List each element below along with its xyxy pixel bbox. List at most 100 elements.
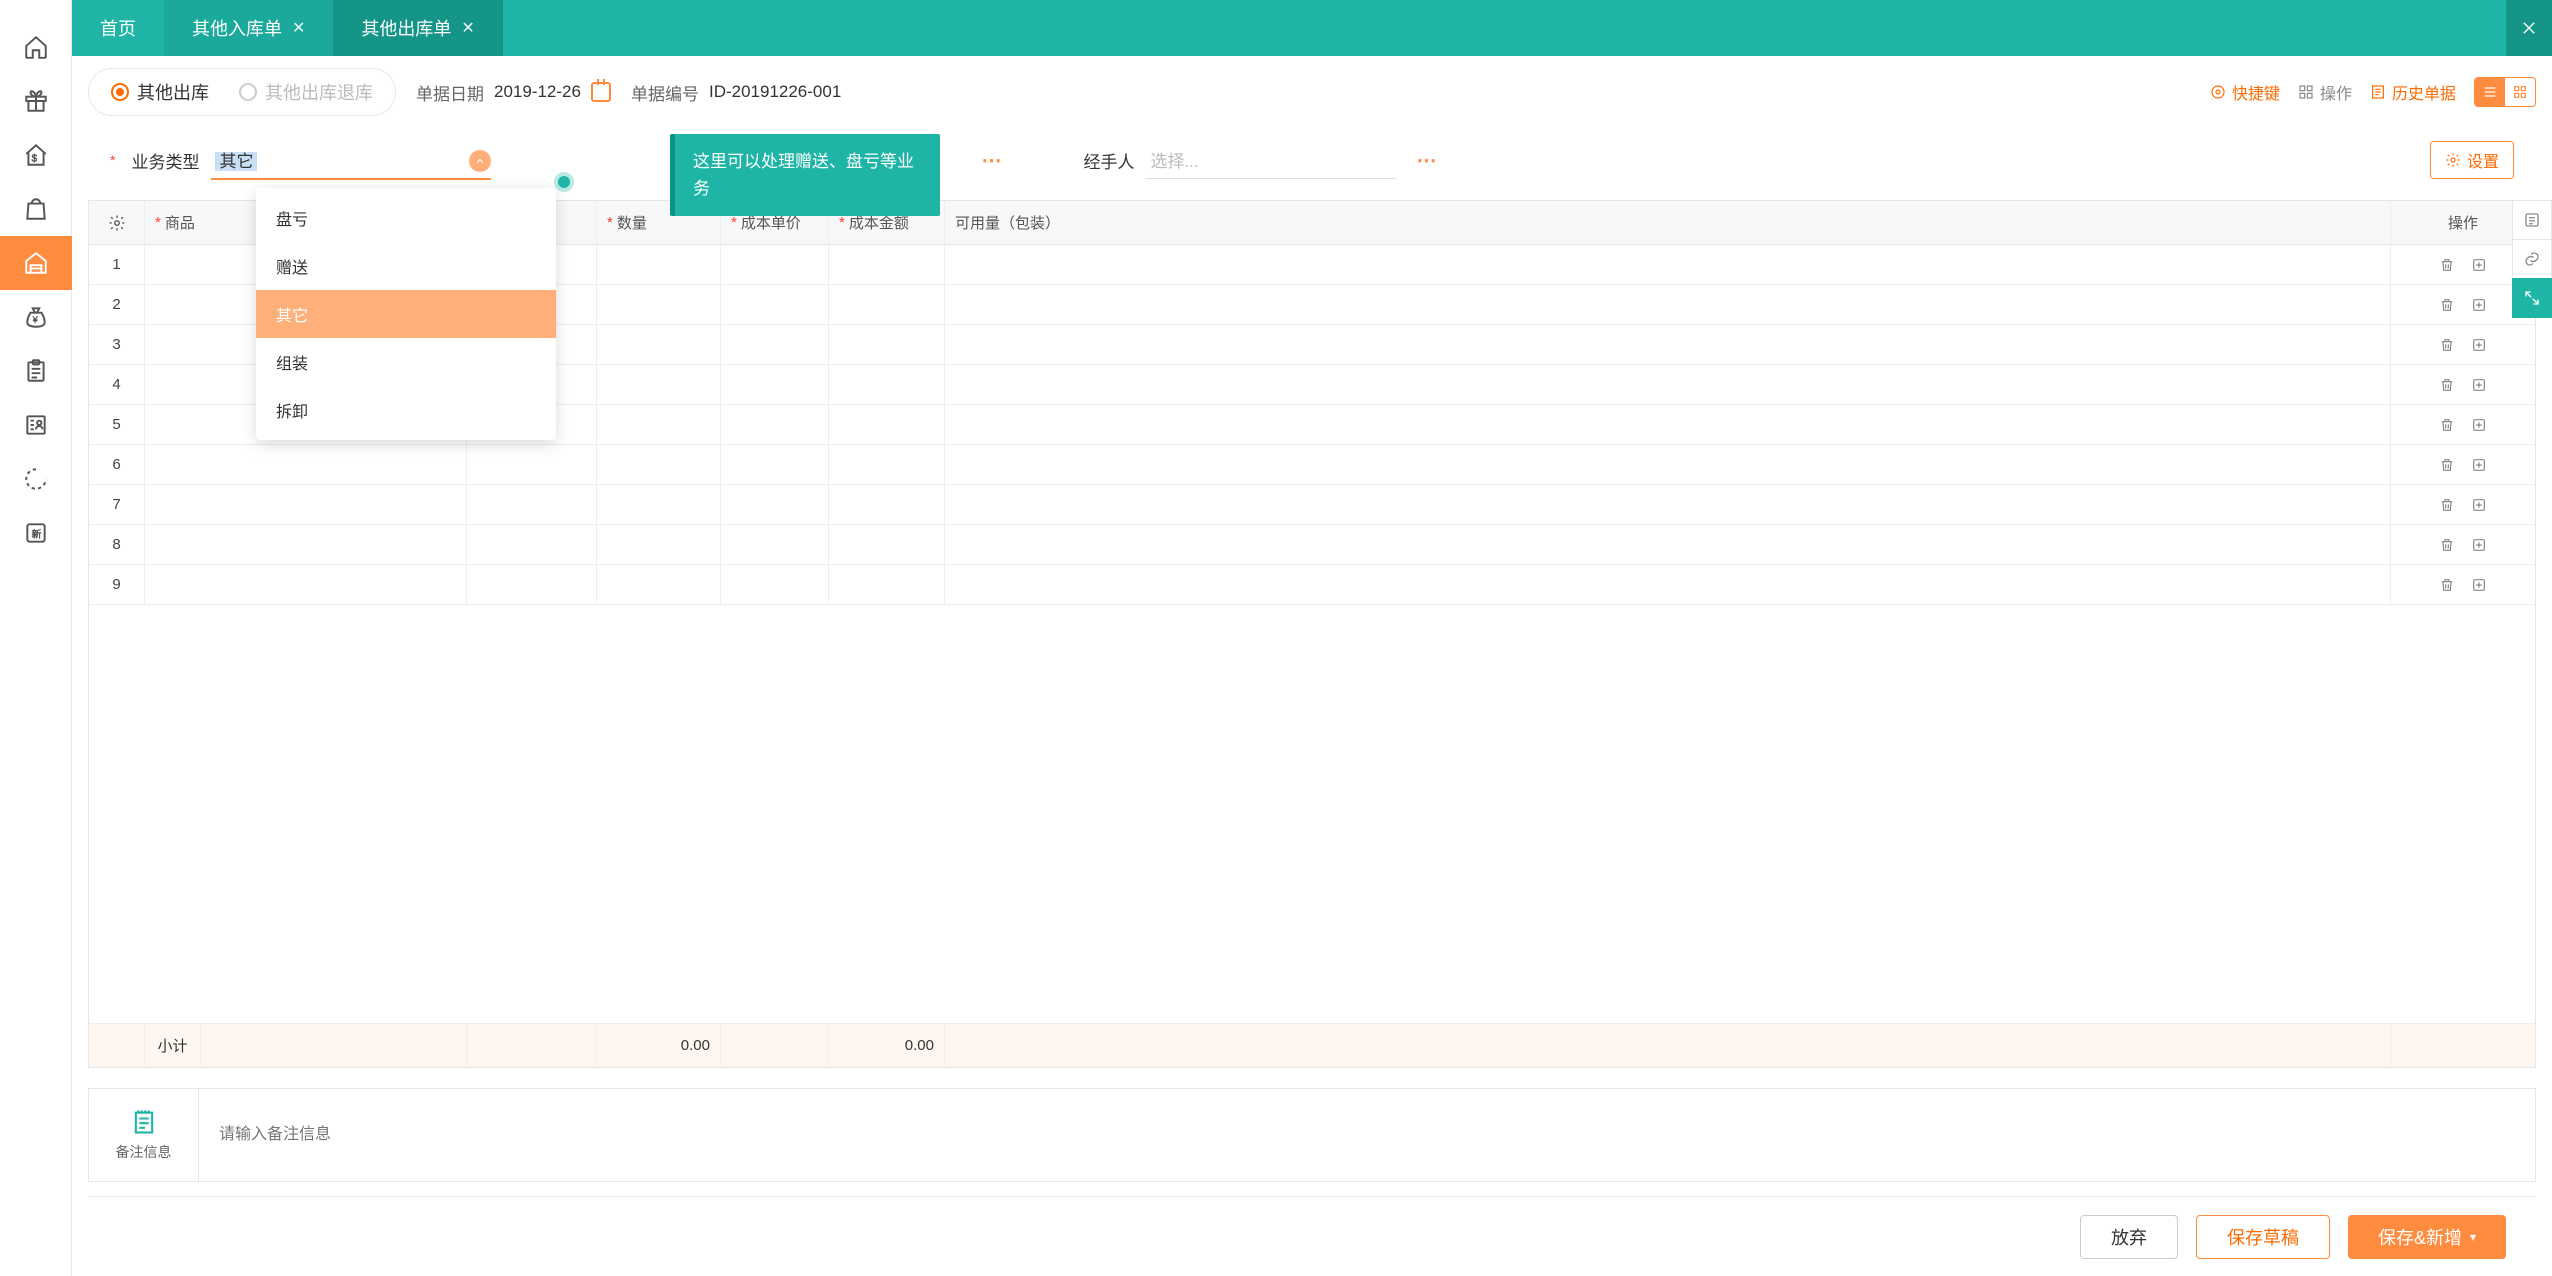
cell-amount[interactable] xyxy=(829,245,945,284)
shortcut-button[interactable]: 快捷键 xyxy=(2210,80,2280,104)
cell-price[interactable] xyxy=(721,365,829,404)
discard-button[interactable]: 放弃 xyxy=(2080,1215,2178,1259)
cell-unit[interactable] xyxy=(467,525,597,564)
cell-qty[interactable] xyxy=(597,525,721,564)
add-row-icon[interactable] xyxy=(2467,493,2491,517)
delete-row-icon[interactable] xyxy=(2435,573,2459,597)
operate-button[interactable]: 操作 xyxy=(2298,80,2352,104)
tab-other-in[interactable]: 其他入库单✕ xyxy=(164,0,333,56)
cell-qty[interactable] xyxy=(597,445,721,484)
add-row-icon[interactable] xyxy=(2467,413,2491,437)
close-icon[interactable]: ✕ xyxy=(461,18,474,38)
dock-list-icon[interactable] xyxy=(2512,200,2552,240)
delete-row-icon[interactable] xyxy=(2435,413,2459,437)
dropdown-item[interactable]: 其它 xyxy=(256,290,556,338)
cell-price[interactable] xyxy=(721,525,829,564)
table-row[interactable]: 9 xyxy=(89,565,2535,605)
cell-unit[interactable] xyxy=(467,565,597,604)
add-row-icon[interactable] xyxy=(2467,533,2491,557)
add-row-icon[interactable] xyxy=(2467,293,2491,317)
add-row-icon[interactable] xyxy=(2467,373,2491,397)
cell-product[interactable] xyxy=(145,565,467,604)
nav-gift-icon[interactable] xyxy=(0,74,72,128)
dropdown-item[interactable]: 赠送 xyxy=(256,242,556,290)
save-draft-button[interactable]: 保存草稿 xyxy=(2196,1215,2330,1259)
dropdown-item[interactable]: 拆卸 xyxy=(256,386,556,434)
nav-clipboard-icon[interactable] xyxy=(0,344,72,398)
cell-product[interactable] xyxy=(145,485,467,524)
cell-price[interactable] xyxy=(721,405,829,444)
calendar-icon[interactable] xyxy=(591,82,611,102)
nav-loading-icon[interactable] xyxy=(0,452,72,506)
cell-qty[interactable] xyxy=(597,565,721,604)
delete-row-icon[interactable] xyxy=(2435,533,2459,557)
cell-unit[interactable] xyxy=(467,485,597,524)
cell-qty[interactable] xyxy=(597,365,721,404)
chevron-up-icon[interactable] xyxy=(469,150,491,172)
view-grid-icon[interactable] xyxy=(2505,78,2535,106)
dropdown-item[interactable]: 盘亏 xyxy=(256,194,556,242)
close-all-tabs[interactable] xyxy=(2506,0,2552,56)
cell-price[interactable] xyxy=(721,245,829,284)
cell-amount[interactable] xyxy=(829,365,945,404)
nav-home-icon[interactable] xyxy=(0,20,72,74)
cell-price[interactable] xyxy=(721,445,829,484)
cell-amount[interactable] xyxy=(829,405,945,444)
cell-qty[interactable] xyxy=(597,485,721,524)
cell-product[interactable] xyxy=(145,445,467,484)
table-row[interactable]: 6 xyxy=(89,445,2535,485)
cell-amount[interactable] xyxy=(829,525,945,564)
biz-type-select[interactable]: 其它 xyxy=(211,141,491,180)
cell-unit[interactable] xyxy=(467,445,597,484)
nav-new-icon[interactable]: 新 xyxy=(0,506,72,560)
delete-row-icon[interactable] xyxy=(2435,333,2459,357)
cell-price[interactable] xyxy=(721,285,829,324)
cell-amount[interactable] xyxy=(829,485,945,524)
more-icon[interactable]: ⋯ xyxy=(1416,148,1438,173)
add-row-icon[interactable] xyxy=(2467,333,2491,357)
cell-qty[interactable] xyxy=(597,285,721,324)
add-row-icon[interactable] xyxy=(2467,453,2491,477)
nav-money-bag-icon[interactable]: ¥ xyxy=(0,290,72,344)
add-row-icon[interactable] xyxy=(2467,253,2491,277)
tab-other-out[interactable]: 其他出库单✕ xyxy=(333,0,502,56)
nav-money-house-icon[interactable]: $ xyxy=(0,128,72,182)
nav-contact-icon[interactable] xyxy=(0,398,72,452)
delete-row-icon[interactable] xyxy=(2435,253,2459,277)
cell-qty[interactable] xyxy=(597,405,721,444)
tab-home[interactable]: 首页 xyxy=(72,0,164,56)
cell-amount[interactable] xyxy=(829,325,945,364)
notes-input[interactable] xyxy=(199,1089,2535,1181)
table-row[interactable]: 8 xyxy=(89,525,2535,565)
nav-bag-icon[interactable] xyxy=(0,182,72,236)
date-value[interactable]: 2019-12-26 xyxy=(494,82,581,102)
more-icon[interactable]: ⋯ xyxy=(981,148,1003,173)
cell-price[interactable] xyxy=(721,565,829,604)
cell-amount[interactable] xyxy=(829,445,945,484)
add-row-icon[interactable] xyxy=(2467,573,2491,597)
table-row[interactable]: 7 xyxy=(89,485,2535,525)
nav-warehouse-icon[interactable] xyxy=(0,236,72,290)
cell-qty[interactable] xyxy=(597,245,721,284)
radio-other-out-return[interactable]: 其他出库退库 xyxy=(239,79,373,105)
dock-link-icon[interactable] xyxy=(2512,239,2552,279)
delete-row-icon[interactable] xyxy=(2435,373,2459,397)
delete-row-icon[interactable] xyxy=(2435,493,2459,517)
cell-amount[interactable] xyxy=(829,565,945,604)
view-list-icon[interactable] xyxy=(2475,78,2505,106)
cell-amount[interactable] xyxy=(829,285,945,324)
cell-product[interactable] xyxy=(145,525,467,564)
delete-row-icon[interactable] xyxy=(2435,453,2459,477)
settings-button[interactable]: 设置 xyxy=(2430,141,2514,179)
delete-row-icon[interactable] xyxy=(2435,293,2459,317)
cell-price[interactable] xyxy=(721,485,829,524)
dropdown-item[interactable]: 组装 xyxy=(256,338,556,386)
dock-expand-icon[interactable] xyxy=(2512,278,2552,318)
handler-select[interactable]: 选择... xyxy=(1146,141,1396,179)
cell-qty[interactable] xyxy=(597,325,721,364)
history-button[interactable]: 历史单据 xyxy=(2370,80,2456,104)
gear-column[interactable] xyxy=(89,201,145,244)
cell-price[interactable] xyxy=(721,325,829,364)
save-new-button[interactable]: 保存&新增▾ xyxy=(2348,1215,2506,1259)
radio-other-out[interactable]: 其他出库 xyxy=(111,79,209,105)
